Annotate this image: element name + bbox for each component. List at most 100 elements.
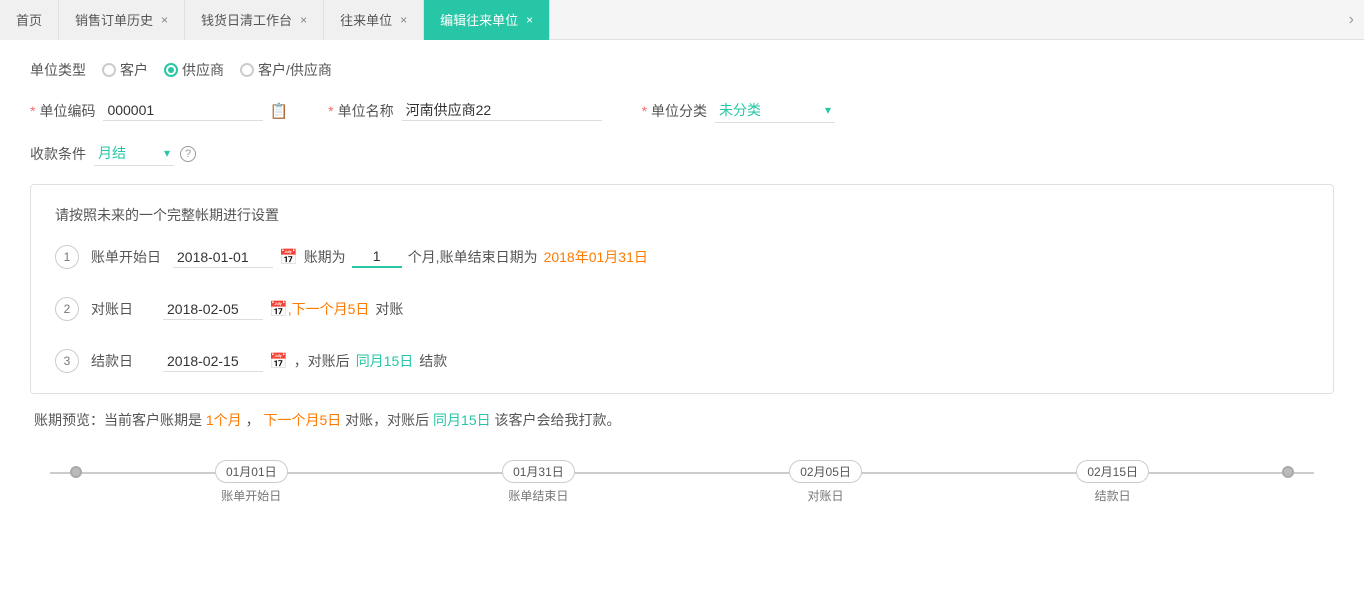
payment-terms-arrow-icon: ▾	[164, 146, 170, 160]
row-3-highlight-text: 同月15日	[356, 351, 414, 371]
row-3-prefix-text: ，对账后	[294, 351, 350, 371]
timeline-badge-4: 02月15日	[1076, 460, 1149, 483]
unit-code-calendar-icon[interactable]: 📋	[269, 102, 288, 120]
payment-terms-row: 收款条件 月结 ▾ ?	[30, 141, 1334, 166]
radio-both[interactable]: 客户/供应商	[240, 60, 332, 80]
row-3-suffix-text: 结款	[419, 351, 447, 371]
row-2-highlight-text: ,下一个月5日	[288, 299, 370, 319]
setting-row-3: 3 结款日 📅 ，对账后 同月15日 结款	[55, 349, 1309, 373]
tab-home-label: 首页	[16, 10, 42, 29]
row-1-calendar-icon[interactable]: 📅	[279, 248, 298, 266]
row-num-1: 1	[55, 245, 79, 269]
preview-text: 账期预览：当前客户账期是 1个月 ， 下一个月5日 对账，对账后 同月15日 该…	[30, 410, 1334, 430]
unit-class-group: * 单位分类 未分类 ▾	[642, 98, 835, 123]
row-1-end-text: 个月,账单结束日期为	[408, 247, 538, 267]
timeline-start-dot	[70, 466, 82, 478]
timeline-label-2: 账单结束日	[508, 487, 568, 504]
preview-mid1: ，	[246, 412, 260, 428]
unit-class-label: 单位分类	[651, 101, 707, 121]
tab-sales-history-label: 销售订单历史	[75, 10, 153, 29]
preview-part3: 同月15日	[433, 412, 491, 428]
tab-partners-label: 往来单位	[340, 10, 392, 29]
tab-bar: 首页 销售订单历史 × 钱货日清工作台 × 往来单位 × 编辑往来单位 × ›	[0, 0, 1364, 40]
tab-cash-desk[interactable]: 钱货日清工作台 ×	[185, 0, 324, 40]
radio-customer-circle	[102, 63, 116, 77]
radio-supplier-label: 供应商	[182, 60, 224, 80]
row-3-calendar-icon[interactable]: 📅	[269, 352, 288, 370]
row-2-suffix-text: 对账	[375, 299, 403, 319]
tab-more-button[interactable]: ›	[1339, 11, 1364, 29]
row-1-end-highlight: 2018年01月31日	[544, 247, 648, 267]
row-num-3: 3	[55, 349, 79, 373]
unit-name-label: 单位名称	[338, 101, 394, 121]
preview-part2: 下一个月5日	[263, 412, 341, 428]
radio-both-label: 客户/供应商	[258, 60, 332, 80]
tab-cash-desk-close[interactable]: ×	[300, 13, 307, 27]
row-3-field-label: 结款日	[91, 351, 151, 371]
preview-mid2: 对账，对账后	[345, 412, 429, 428]
unit-code-group: * 单位编码 📋	[30, 100, 288, 121]
timeline-point-4: 02月15日 结款日	[1076, 460, 1149, 504]
section-title: 请按照未来的一个完整帐期进行设置	[55, 205, 1309, 225]
timeline-badge-2: 01月31日	[502, 460, 575, 483]
setting-row-1: 1 账单开始日 📅 账期为 个月,账单结束日期为 2018年01月31日	[55, 245, 1309, 269]
timeline-badge-3: 02月05日	[789, 460, 862, 483]
unit-code-star: *	[30, 103, 35, 119]
tab-edit-partner-close[interactable]: ×	[526, 13, 533, 27]
unit-name-star: *	[328, 103, 333, 119]
unit-name-group: * 单位名称	[328, 100, 601, 121]
radio-supplier[interactable]: 供应商	[164, 60, 224, 80]
timeline-point-1: 01月01日 账单开始日	[215, 460, 288, 504]
unit-code-label: 单位编码	[39, 101, 95, 121]
row-1-mid-text: 账期为	[304, 247, 346, 267]
timeline-wrapper: 01月01日 账单开始日 01月31日 账单结束日 02月05日 对账日 02月…	[30, 450, 1334, 504]
timeline-label-4: 结款日	[1095, 487, 1131, 504]
radio-customer-label: 客户	[120, 60, 148, 80]
unit-code-input[interactable]	[103, 100, 263, 121]
tab-partners-close[interactable]: ×	[400, 13, 407, 27]
timeline: 01月01日 账单开始日 01月31日 账单结束日 02月05日 对账日 02月…	[50, 450, 1314, 504]
preview-suffix: 该客户会给我打款。	[495, 412, 621, 428]
main-content: 单位类型 客户 供应商 客户/供应商 * 单位编码 📋 * 单位名称	[0, 40, 1364, 608]
radio-both-circle	[240, 63, 254, 77]
radio-group-unit-type: 客户 供应商 客户/供应商	[102, 60, 332, 80]
row-3-date-input[interactable]	[163, 351, 263, 372]
row-2-field-label: 对账日	[91, 299, 151, 319]
timeline-label-1: 账单开始日	[221, 487, 281, 504]
timeline-badge-1: 01月01日	[215, 460, 288, 483]
radio-supplier-circle	[164, 63, 178, 77]
timeline-end-dot	[1282, 466, 1294, 478]
row-2-calendar-icon[interactable]: 📅	[269, 300, 288, 318]
unit-type-label: 单位类型	[30, 60, 86, 80]
row-num-2: 2	[55, 297, 79, 321]
tab-sales-history[interactable]: 销售订单历史 ×	[59, 0, 185, 40]
row-1-field-label: 账单开始日	[91, 247, 161, 267]
tab-edit-partner[interactable]: 编辑往来单位 ×	[424, 0, 550, 40]
unit-class-select[interactable]: 未分类 ▾	[715, 98, 835, 123]
settings-section: 请按照未来的一个完整帐期进行设置 1 账单开始日 📅 账期为 个月,账单结束日期…	[30, 184, 1334, 394]
unit-class-star: *	[642, 103, 647, 119]
unit-class-arrow-icon: ▾	[825, 103, 831, 117]
unit-class-value: 未分类	[719, 100, 821, 120]
tab-home[interactable]: 首页	[0, 0, 59, 40]
preview-part1: 1个月	[206, 412, 242, 428]
payment-terms-label: 收款条件	[30, 144, 86, 164]
payment-terms-value: 月结	[98, 143, 160, 163]
setting-row-2: 2 对账日 📅 ,下一个月5日 对账	[55, 297, 1309, 321]
row-1-period-input[interactable]	[352, 246, 402, 268]
payment-terms-select[interactable]: 月结 ▾	[94, 141, 174, 166]
row-1-date-input[interactable]	[173, 247, 273, 268]
unit-type-row: 单位类型 客户 供应商 客户/供应商	[30, 60, 1334, 80]
unit-info-row: * 单位编码 📋 * 单位名称 * 单位分类 未分类 ▾	[30, 98, 1334, 123]
timeline-point-3: 02月05日 对账日	[789, 460, 862, 504]
tab-edit-partner-label: 编辑往来单位	[440, 10, 518, 29]
preview-prefix: 账期预览：当前客户账期是	[34, 412, 202, 428]
tab-cash-desk-label: 钱货日清工作台	[201, 10, 292, 29]
tab-sales-history-close[interactable]: ×	[161, 13, 168, 27]
payment-terms-help-icon[interactable]: ?	[180, 146, 196, 162]
tab-partners[interactable]: 往来单位 ×	[324, 0, 424, 40]
unit-name-input[interactable]	[402, 100, 602, 121]
row-2-date-input[interactable]	[163, 299, 263, 320]
timeline-label-3: 对账日	[808, 487, 844, 504]
radio-customer[interactable]: 客户	[102, 60, 148, 80]
